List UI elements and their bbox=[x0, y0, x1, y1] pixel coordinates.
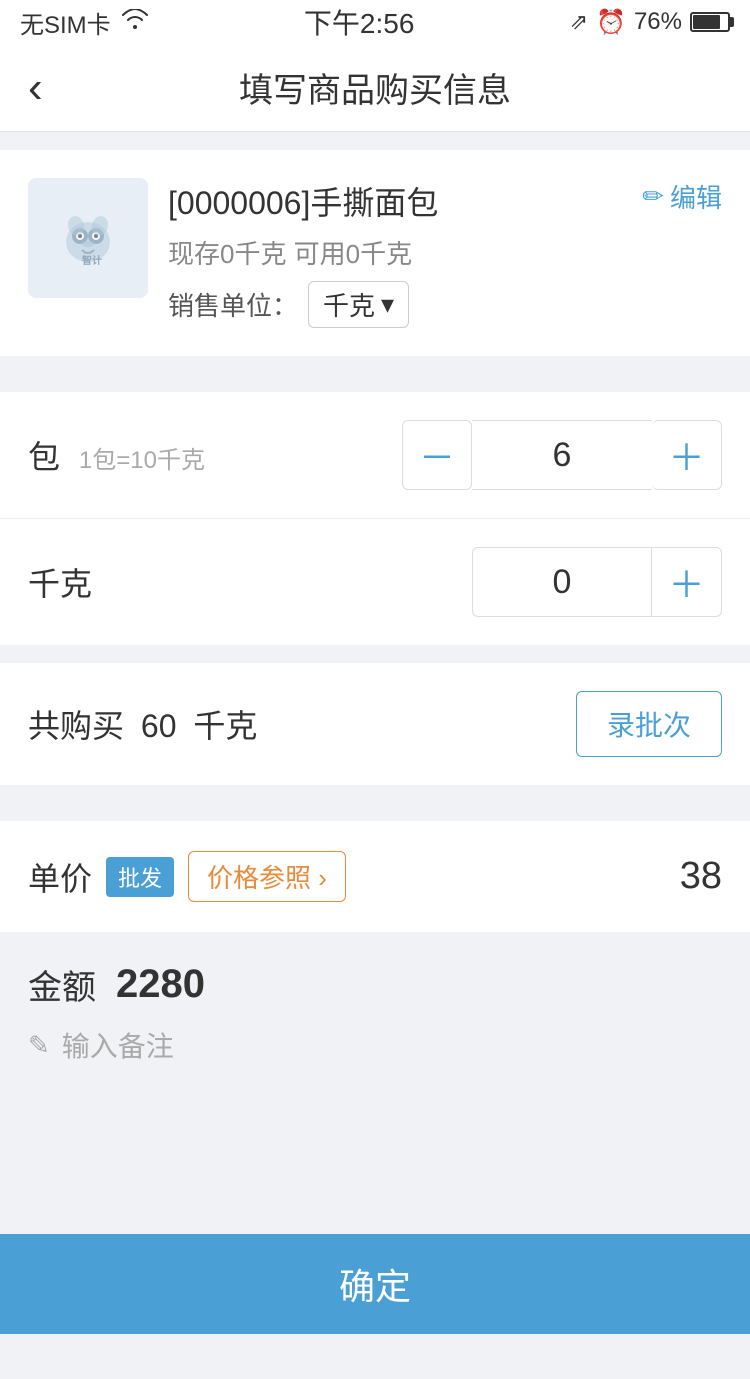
wifi-icon bbox=[121, 8, 149, 36]
quantity-label-bao: 包 1包=10千克 bbox=[28, 432, 402, 478]
page-title: 填写商品购买信息 bbox=[239, 63, 511, 112]
battery-percent: 76% bbox=[634, 8, 682, 36]
spacer bbox=[0, 1079, 750, 1379]
remark-row[interactable]: ✎ 输入备注 bbox=[28, 1025, 722, 1065]
decrease-bao-button[interactable]: － bbox=[402, 420, 472, 490]
product-name: [0000006]手撕面包 bbox=[168, 178, 722, 224]
price-section: 单价 批发 价格参照 › 38 bbox=[0, 821, 750, 932]
product-card: 智计 [0000006]手撕面包 现存0千克 可用0千克 销售单位： 千克 ▾ … bbox=[0, 150, 750, 356]
location-icon: ⇗ bbox=[570, 9, 588, 35]
confirm-button[interactable]: 确定 bbox=[0, 1234, 750, 1334]
chevron-down-icon: ▾ bbox=[381, 289, 394, 320]
pencil-icon: ✎ bbox=[28, 1030, 50, 1061]
nav-bar: ‹ 填写商品购买信息 bbox=[0, 44, 750, 132]
quantity-input-kg[interactable] bbox=[472, 547, 652, 617]
amount-row: 金额 2280 bbox=[28, 960, 722, 1009]
product-info: [0000006]手撕面包 现存0千克 可用0千克 销售单位： 千克 ▾ bbox=[168, 178, 722, 328]
divider-2 bbox=[0, 645, 750, 663]
increase-kg-button[interactable]: ＋ bbox=[652, 547, 722, 617]
product-unit: 销售单位： 千克 ▾ bbox=[168, 281, 722, 328]
quantity-row-bao: 包 1包=10千克 － ＋ bbox=[0, 392, 750, 519]
quantity-controls-bao: － ＋ bbox=[402, 420, 722, 490]
edit-icon: ✏ bbox=[642, 181, 664, 212]
price-batch-badge: 批发 bbox=[106, 857, 174, 897]
time-label: 下午2:56 bbox=[304, 2, 415, 42]
total-row: 共购买 60 千克 录批次 bbox=[0, 663, 750, 785]
edit-button[interactable]: ✏ 编辑 bbox=[642, 178, 722, 215]
status-right: ⇗ ⏰ 76% bbox=[570, 8, 730, 37]
status-bar: 无SIM卡 下午2:56 ⇗ ⏰ 76% bbox=[0, 0, 750, 44]
amount-section: 金额 2280 ✎ 输入备注 bbox=[0, 932, 750, 1079]
unit-select[interactable]: 千克 ▾ bbox=[308, 281, 409, 328]
status-left: 无SIM卡 bbox=[20, 5, 149, 40]
amount-value: 2280 bbox=[116, 962, 205, 1007]
divider-3 bbox=[0, 785, 750, 803]
divider-1 bbox=[0, 356, 750, 374]
total-text: 共购买 60 千克 bbox=[28, 701, 257, 747]
price-row: 单价 批发 价格参照 › 38 bbox=[28, 851, 722, 902]
back-button[interactable]: ‹ bbox=[28, 63, 43, 113]
price-left: 单价 批发 价格参照 › bbox=[28, 851, 346, 902]
price-ref-button[interactable]: 价格参照 › bbox=[188, 851, 346, 902]
quantity-label-kg: 千克 bbox=[28, 559, 472, 605]
batch-button[interactable]: 录批次 bbox=[576, 691, 722, 757]
product-stock: 现存0千克 可用0千克 bbox=[168, 234, 722, 271]
quantity-section: 包 1包=10千克 － ＋ 千克 ＋ bbox=[0, 392, 750, 645]
price-value: 38 bbox=[680, 855, 722, 898]
alarm-icon: ⏰ bbox=[596, 8, 626, 37]
quantity-controls-kg: ＋ bbox=[472, 547, 722, 617]
svg-text:智计: 智计 bbox=[82, 254, 102, 267]
battery-icon bbox=[690, 12, 730, 32]
carrier-label: 无SIM卡 bbox=[20, 5, 111, 40]
quantity-row-kg: 千克 ＋ bbox=[0, 519, 750, 645]
price-label: 单价 bbox=[28, 854, 92, 900]
quantity-input-bao[interactable] bbox=[472, 420, 652, 490]
product-image: 智计 bbox=[28, 178, 148, 298]
amount-label: 金额 bbox=[28, 960, 96, 1009]
increase-bao-button[interactable]: ＋ bbox=[652, 420, 722, 490]
remark-input[interactable]: 输入备注 bbox=[62, 1025, 174, 1065]
